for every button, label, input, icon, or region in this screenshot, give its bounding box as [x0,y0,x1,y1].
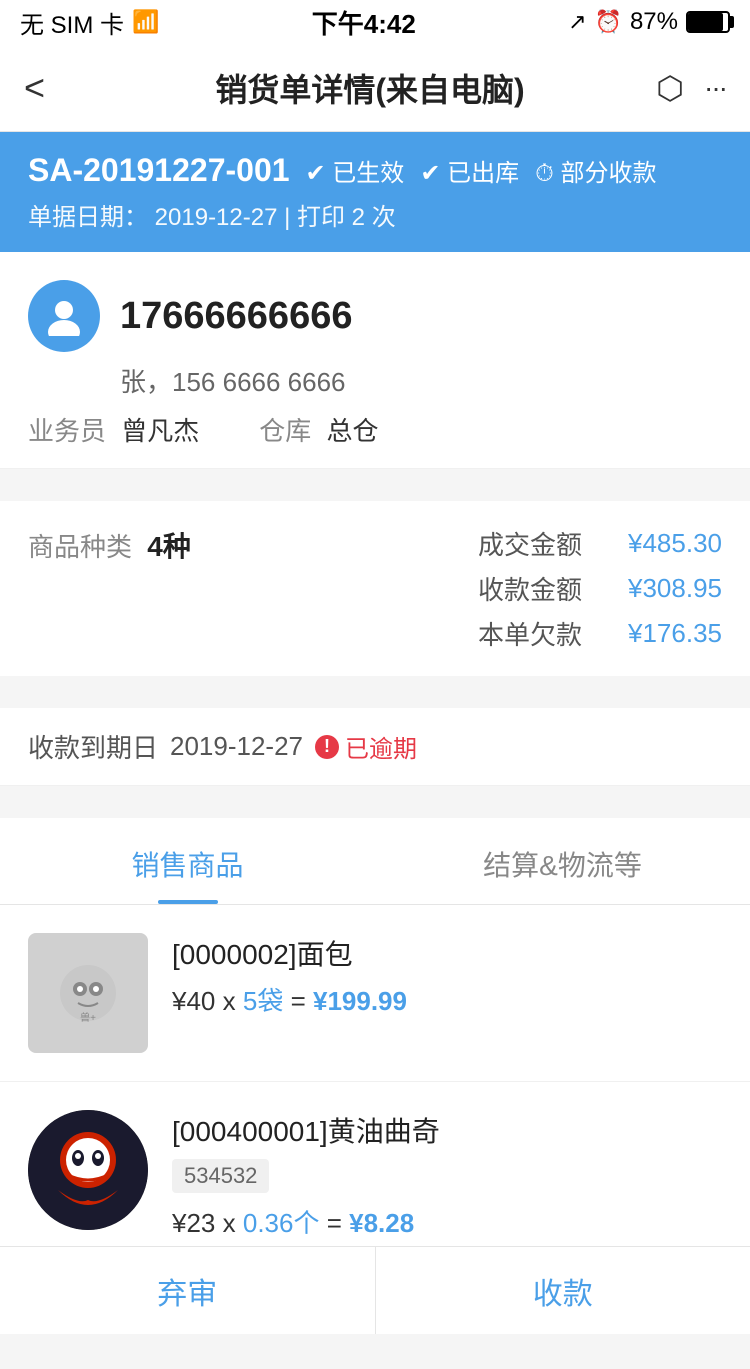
status-time: 下午4:42 [312,4,416,41]
tabs-section: 销售商品 结算&物流等 [0,818,750,905]
nav-bar: < 销货单详情(来自电脑) ⬡ ··· [0,44,750,132]
status-partial-payment: ⏱ 部分收款 [535,153,656,188]
status-left: 无 SIM 卡 📶 [20,5,159,40]
battery-text: 87% [630,8,678,36]
product-item-1: 兽+ [0000002]面包 ¥40 x 5袋 = ¥199.99 [0,905,750,1082]
category-label: 商品种类 [28,532,132,562]
price-total-1: ¥199.99 [313,986,407,1016]
back-button[interactable]: < [24,67,84,109]
stats-section: 商品种类 4种 成交金额 ¥485.30 收款金额 ¥308.95 本单欠款 ¥… [0,501,750,676]
status-shipped: ✔ 已出库 [420,153,519,188]
customer-section: 17666666666 张，156 6666 6666 业务员 曾凡杰 仓库 总… [0,252,750,469]
section-gap-3 [0,786,750,802]
price-qty-2: 0.36个 [243,1208,320,1238]
customer-phone: 17666666666 [120,295,352,338]
price-total-2: ¥8.28 [349,1208,414,1238]
wifi-signal-icon: 📶 [132,9,159,35]
date-value: 2019-12-27 | 打印 2 次 [155,204,396,231]
product-list: 兽+ [0000002]面包 ¥40 x 5袋 = ¥199.99 [0,905,750,1269]
sales-meta: 业务员 曾凡杰 [28,411,199,448]
received-value: ¥308.95 [602,573,722,604]
alarm-icon: ⏰ [595,9,622,35]
product-thumb-2 [28,1110,148,1230]
price-base-2: ¥23 [172,1208,215,1238]
date-label: 单据日期： [28,204,148,231]
customer-meta: 业务员 曾凡杰 仓库 总仓 [28,411,722,448]
product-price-1: ¥40 x 5袋 = ¥199.99 [172,981,722,1018]
product-price-2: ¥23 x 0.36个 = ¥8.28 [172,1203,722,1240]
location-icon: ↗ [568,9,586,35]
banner-top: SA-20191227-001 ✔ 已生效 ✔ 已出库 ⏱ 部分收款 [28,152,722,189]
status-activated: ✔ 已生效 [306,153,405,188]
battery-icon [686,11,730,33]
deal-amount-row: 成交金额 ¥485.30 [478,525,722,562]
sales-label: 业务员 [28,416,106,446]
no-sim-text: 无 SIM 卡 [20,5,124,40]
product-item-2: [000400001]黄油曲奇 534532 ¥23 x 0.36个 = ¥8.… [0,1082,750,1269]
deal-amount-label: 成交金额 [478,525,582,562]
product-info-1: [0000002]面包 ¥40 x 5袋 = ¥199.99 [172,933,722,1018]
sales-value: 曾凡杰 [121,416,199,446]
nav-actions: ⬡ ··· [656,69,726,107]
customer-row: 17666666666 [28,280,722,352]
received-label: 收款金额 [478,570,582,607]
page-title: 销货单详情(来自电脑) [84,65,656,111]
price-qty-1: 5袋 [243,986,283,1016]
more-icon[interactable]: ··· [704,72,726,104]
share-icon[interactable]: ⬡ [656,69,684,107]
info-banner: SA-20191227-001 ✔ 已生效 ✔ 已出库 ⏱ 部分收款 单据日期：… [0,132,750,252]
section-gap-1 [0,469,750,485]
product-name-1: [0000002]面包 [172,933,722,973]
debt-row: 本单欠款 ¥176.35 [478,615,722,652]
price-base-1: ¥40 [172,986,215,1016]
product-thumb-1: 兽+ [28,933,148,1053]
overdue-text: 已逾期 [345,729,417,764]
order-id: SA-20191227-001 [28,152,290,189]
reject-button[interactable]: 弃审 [0,1247,376,1334]
svg-text:兽+: 兽+ [80,1011,96,1023]
banner-date: 单据日期： 2019-12-27 | 打印 2 次 [28,197,722,232]
stats-right: 成交金额 ¥485.30 收款金额 ¥308.95 本单欠款 ¥176.35 [478,525,722,652]
bottom-bar: 弃审 收款 [0,1246,750,1334]
customer-sub-info: 张，156 6666 6666 [120,362,722,399]
product-info-2: [000400001]黄油曲奇 534532 ¥23 x 0.36个 = ¥8.… [172,1110,722,1240]
overdue-dot-icon: ! [315,735,339,759]
avatar [28,280,100,352]
received-row: 收款金额 ¥308.95 [478,570,722,607]
warehouse-label: 仓库 [259,416,311,446]
tab-products[interactable]: 销售商品 [0,818,375,904]
category-count: 4种 [147,531,191,562]
owl-placeholder-icon: 兽+ [58,963,118,1023]
tab-settlement[interactable]: 结算&物流等 [375,818,750,904]
deal-amount-value: ¥485.30 [602,528,722,559]
product-sku-2: 534532 [172,1159,269,1193]
product-image-icon [28,1110,148,1230]
warehouse-meta: 仓库 总仓 [259,411,378,448]
debt-value: ¥176.35 [602,618,722,649]
collect-button[interactable]: 收款 [376,1247,750,1334]
section-gap-2 [0,676,750,692]
status-right: ↗ ⏰ 87% [568,8,730,36]
overdue-badge: ! 已逾期 [315,729,417,764]
status-bar: 无 SIM 卡 📶 下午4:42 ↗ ⏰ 87% [0,0,750,44]
stats-left: 商品种类 4种 [28,525,191,565]
due-date-value: 2019-12-27 [170,731,303,762]
product-name-2: [000400001]黄油曲奇 [172,1110,722,1150]
due-date-label: 收款到期日 [28,728,158,765]
debt-label: 本单欠款 [478,615,582,652]
warehouse-value: 总仓 [327,416,379,446]
due-date-section: 收款到期日 2019-12-27 ! 已逾期 [0,708,750,786]
